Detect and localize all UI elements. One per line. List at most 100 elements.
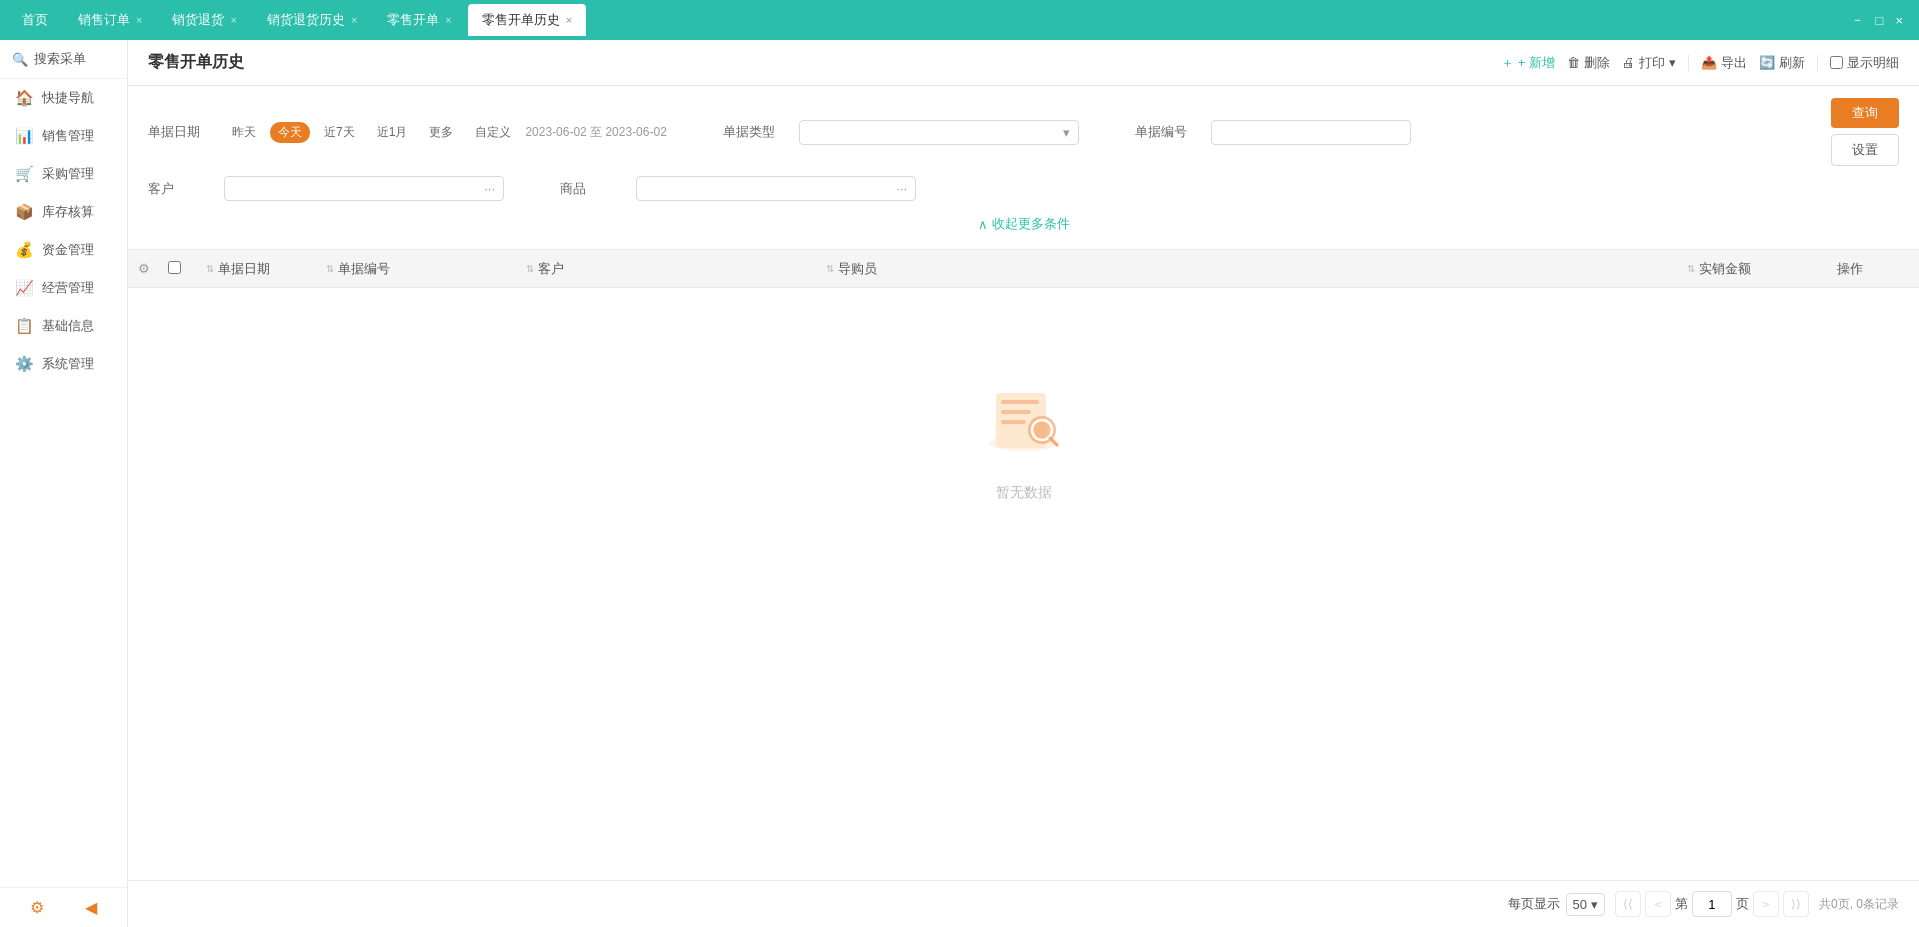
th-date[interactable]: ⇅ 单据日期 (198, 260, 318, 278)
th-action: 操作 (1829, 260, 1909, 278)
more-conditions-toggle[interactable]: ∧ 收起更多条件 (148, 211, 1899, 237)
sidebar-item-purchase-mgmt-label: 采购管理 (42, 165, 94, 183)
table-settings-icon[interactable]: ⚙ (138, 261, 168, 276)
toolbar-divider-1 (1688, 55, 1689, 71)
sort-icon-customer: ⇅ (526, 263, 534, 274)
export-label: 导出 (1721, 54, 1747, 72)
window-minimize-btn[interactable]: － (1851, 11, 1864, 29)
page-number-input[interactable] (1692, 891, 1732, 917)
doc-no-label: 单据编号 (1135, 123, 1195, 141)
sidebar-item-finance-label: 资金管理 (42, 241, 94, 259)
empty-text: 暂无数据 (996, 484, 1052, 502)
delete-icon: 🗑 (1567, 55, 1580, 70)
tab-home-label: 首页 (22, 11, 48, 29)
table-select-all-checkbox[interactable] (168, 261, 181, 274)
sidebar: 🔍 搜索采单 🏠 快捷导航 📊 销售管理 🛒 采购管理 📦 库存核算 💰 资金管… (0, 40, 128, 927)
doc-type-dropdown-icon: ▾ (1063, 125, 1070, 140)
date-7days-chip[interactable]: 近7天 (316, 122, 363, 143)
basic-info-icon: 📋 (15, 317, 34, 335)
show-detail-checkbox[interactable] (1830, 56, 1843, 69)
add-button[interactable]: ＋ + 新增 (1501, 54, 1555, 72)
goods-select[interactable]: ··· (636, 176, 916, 201)
th-no[interactable]: ⇅ 单据编号 (318, 260, 518, 278)
tab-sales-return-history[interactable]: 销货退货历史 × (253, 4, 371, 36)
per-page-value: 50 (1573, 897, 1587, 912)
sidebar-item-inventory[interactable]: 📦 库存核算 (0, 193, 127, 231)
query-button[interactable]: 查询 (1831, 98, 1899, 128)
toolbar-buttons: ＋ + 新增 🗑 删除 🖨 打印 ▾ 📤 导出 🔄 (1501, 54, 1899, 72)
page-size-box[interactable]: 50 ▾ (1566, 893, 1605, 916)
page-last-btn[interactable]: ⟩⟩ (1783, 891, 1809, 917)
filter-settings-button[interactable]: 设置 (1831, 134, 1899, 166)
tab-sales-return-label: 销货退货 (172, 11, 224, 29)
th-customer[interactable]: ⇅ 客户 (518, 260, 818, 278)
tab-home[interactable]: 首页 (8, 4, 62, 36)
date-1month-chip[interactable]: 近1月 (369, 122, 416, 143)
table-select-all-checkbox-container[interactable] (168, 261, 198, 277)
refresh-icon: 🔄 (1759, 55, 1775, 70)
close-retail-open-history-icon[interactable]: × (566, 14, 572, 26)
date-yesterday-chip[interactable]: 昨天 (224, 122, 264, 143)
close-sales-return-icon[interactable]: × (230, 14, 236, 26)
page-first-btn[interactable]: ⟨⟨ (1615, 891, 1641, 917)
window-maximize-btn[interactable]: □ (1876, 13, 1884, 28)
close-sales-order-icon[interactable]: × (136, 14, 142, 26)
date-custom-chip[interactable]: 自定义 (467, 122, 519, 143)
delete-button[interactable]: 🗑 删除 (1567, 54, 1610, 72)
date-range-display: 2023-06-02 至 2023-06-02 (525, 124, 666, 141)
window-close-btn[interactable]: × (1895, 13, 1903, 28)
add-label: + 新增 (1518, 54, 1555, 72)
customer-select[interactable]: ··· (224, 176, 504, 201)
search-icon: 🔍 (12, 52, 28, 67)
refresh-label: 刷新 (1779, 54, 1805, 72)
page-header: 零售开单历史 ＋ + 新增 🗑 删除 🖨 打印 ▾ 📤 (128, 40, 1919, 86)
show-detail-checkbox-container[interactable]: 显示明细 (1830, 54, 1899, 72)
refresh-button[interactable]: 🔄 刷新 (1759, 54, 1805, 72)
sidebar-item-finance[interactable]: 💰 资金管理 (0, 231, 127, 269)
tab-retail-open[interactable]: 零售开单 × (373, 4, 465, 36)
th-amount[interactable]: ⇅ 实销金额 (1679, 260, 1829, 278)
sidebar-bottom: ⚙ ◀ (0, 887, 127, 927)
sidebar-item-operations-label: 经营管理 (42, 279, 94, 297)
print-button[interactable]: 🖨 打印 ▾ (1622, 54, 1676, 72)
sidebar-collapse-icon[interactable]: ◀ (85, 898, 97, 917)
page-next-btn[interactable]: ＞ (1753, 891, 1779, 917)
page-prev-btn[interactable]: ＜ (1645, 891, 1671, 917)
sidebar-item-system[interactable]: ⚙️ 系统管理 (0, 345, 127, 383)
delete-label: 删除 (1584, 54, 1610, 72)
tab-sales-return[interactable]: 销货退货 × (158, 4, 250, 36)
sidebar-item-operations[interactable]: 📈 经营管理 (0, 269, 127, 307)
sidebar-search[interactable]: 🔍 搜索采单 (0, 40, 127, 79)
tab-sales-return-history-label: 销货退货历史 (267, 11, 345, 29)
chevron-up-icon: ∧ (978, 217, 988, 232)
tab-bar: 首页 销售订单 × 销货退货 × 销货退货历史 × 零售开单 × 零售开单历史 … (0, 0, 1919, 40)
sidebar-item-purchase-mgmt[interactable]: 🛒 采购管理 (0, 155, 127, 193)
sort-icon-amount: ⇅ (1687, 263, 1695, 274)
sort-icon-date: ⇅ (206, 263, 214, 274)
sort-icon-no: ⇅ (326, 263, 334, 274)
per-page-label: 每页显示 (1508, 895, 1560, 913)
date-more-chip[interactable]: 更多 (421, 122, 461, 143)
doc-type-select[interactable]: ▾ (799, 120, 1079, 145)
sidebar-item-basic-info[interactable]: 📋 基础信息 (0, 307, 127, 345)
sidebar-item-sales-mgmt[interactable]: 📊 销售管理 (0, 117, 127, 155)
empty-state-illustration (974, 368, 1074, 468)
purchase-icon: 🛒 (15, 165, 34, 183)
sidebar-settings-icon[interactable]: ⚙ (30, 898, 44, 917)
close-retail-open-icon[interactable]: × (445, 14, 451, 26)
sidebar-item-quick-nav[interactable]: 🏠 快捷导航 (0, 79, 127, 117)
close-sales-return-history-icon[interactable]: × (351, 14, 357, 26)
th-guide[interactable]: ⇅ 导购员 (818, 260, 968, 278)
tab-sales-order[interactable]: 销售订单 × (64, 4, 156, 36)
tab-retail-open-history[interactable]: 零售开单历史 × (468, 4, 586, 36)
print-dropdown-icon: ▾ (1669, 55, 1676, 70)
inventory-icon: 📦 (15, 203, 34, 221)
print-icon: 🖨 (1622, 55, 1635, 70)
page-nav: ⟨⟨ ＜ 第 页 ＞ ⟩⟩ (1615, 891, 1809, 917)
system-icon: ⚙️ (15, 355, 34, 373)
home-icon: 🏠 (15, 89, 34, 107)
export-button[interactable]: 📤 导出 (1701, 54, 1747, 72)
doc-no-input[interactable] (1211, 120, 1411, 145)
date-today-chip[interactable]: 今天 (270, 122, 310, 143)
tab-sales-order-label: 销售订单 (78, 11, 130, 29)
